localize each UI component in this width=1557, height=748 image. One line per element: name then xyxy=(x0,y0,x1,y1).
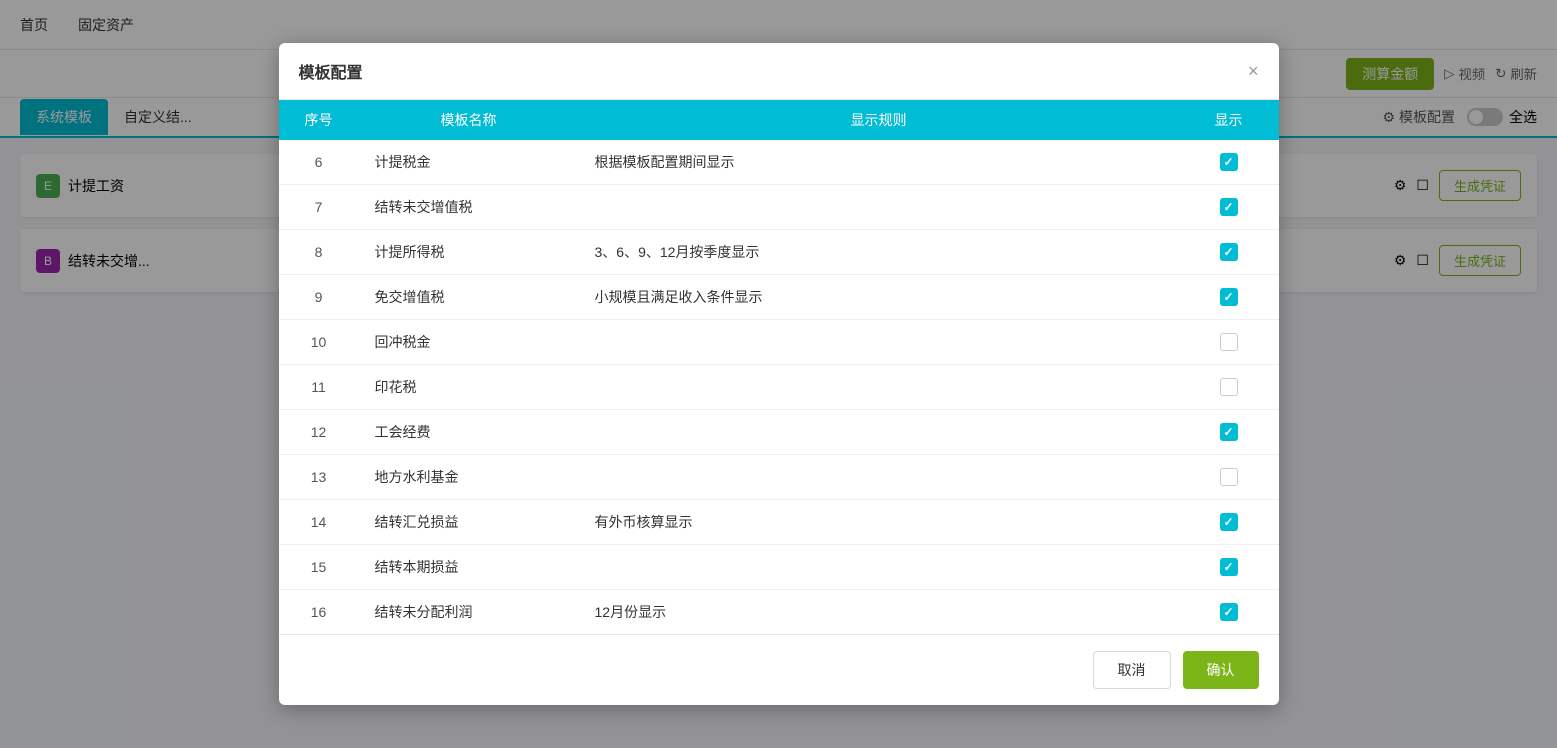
row-rule xyxy=(579,320,1179,365)
row-name: 结转本期损益 xyxy=(359,545,579,590)
row-id: 15 xyxy=(279,545,359,590)
row-rule: 12月份显示 xyxy=(579,590,1179,635)
row-id: 7 xyxy=(279,185,359,230)
row-checkbox-cell xyxy=(1179,545,1279,590)
table-row: 11印花税 xyxy=(279,365,1279,410)
table-row: 12工会经费 xyxy=(279,410,1279,455)
modal-body: 序号 模板名称 显示规则 显示 6计提税金根据模板配置期间显示7结转未交增值税8… xyxy=(279,100,1279,634)
row-rule: 小规模且满足收入条件显示 xyxy=(579,275,1179,320)
row-checkbox-cell xyxy=(1179,230,1279,275)
row-id: 8 xyxy=(279,230,359,275)
col-header-rule: 显示规则 xyxy=(579,100,1179,140)
row-checkbox-cell xyxy=(1179,500,1279,545)
row-name: 结转未分配利润 xyxy=(359,590,579,635)
table-row: 15结转本期损益 xyxy=(279,545,1279,590)
row-checkbox-cell xyxy=(1179,320,1279,365)
row-name: 免交增值税 xyxy=(359,275,579,320)
config-table: 序号 模板名称 显示规则 显示 6计提税金根据模板配置期间显示7结转未交增值税8… xyxy=(279,100,1279,634)
row-checkbox-cell xyxy=(1179,365,1279,410)
checkbox-checked[interactable] xyxy=(1220,198,1238,216)
row-rule xyxy=(579,365,1179,410)
row-id: 6 xyxy=(279,140,359,185)
checkbox-unchecked[interactable] xyxy=(1220,333,1238,351)
checkbox-checked[interactable] xyxy=(1220,153,1238,171)
row-name: 计提税金 xyxy=(359,140,579,185)
table-row: 10回冲税金 xyxy=(279,320,1279,365)
table-row: 9免交增值税小规模且满足收入条件显示 xyxy=(279,275,1279,320)
checkbox-checked[interactable] xyxy=(1220,288,1238,306)
modal-header: 模板配置 × xyxy=(279,43,1279,100)
row-rule: 3、6、9、12月按季度显示 xyxy=(579,230,1179,275)
col-header-name: 模板名称 xyxy=(359,100,579,140)
row-id: 9 xyxy=(279,275,359,320)
row-rule xyxy=(579,455,1179,500)
row-id: 12 xyxy=(279,410,359,455)
table-row: 8计提所得税3、6、9、12月按季度显示 xyxy=(279,230,1279,275)
checkbox-unchecked[interactable] xyxy=(1220,468,1238,486)
modal-overlay: 模板配置 × 序号 模板名称 显示规则 显示 6计提税金根据模板配置期间显示7结… xyxy=(0,0,1557,748)
table-row: 13地方水利基金 xyxy=(279,455,1279,500)
modal-template-config: 模板配置 × 序号 模板名称 显示规则 显示 6计提税金根据模板配置期间显示7结… xyxy=(279,43,1279,705)
cancel-button[interactable]: 取消 xyxy=(1093,651,1171,689)
table-row: 16结转未分配利润12月份显示 xyxy=(279,590,1279,635)
row-rule xyxy=(579,185,1179,230)
row-id: 14 xyxy=(279,500,359,545)
checkbox-checked[interactable] xyxy=(1220,423,1238,441)
modal-title: 模板配置 xyxy=(299,59,363,83)
checkbox-checked[interactable] xyxy=(1220,513,1238,531)
modal-footer: 取消 确认 xyxy=(279,634,1279,705)
row-name: 印花税 xyxy=(359,365,579,410)
row-name: 结转汇兑损益 xyxy=(359,500,579,545)
table-row: 14结转汇兑损益有外币核算显示 xyxy=(279,500,1279,545)
row-checkbox-cell xyxy=(1179,185,1279,230)
table-row: 7结转未交增值税 xyxy=(279,185,1279,230)
row-checkbox-cell xyxy=(1179,410,1279,455)
row-checkbox-cell xyxy=(1179,140,1279,185)
table-body: 6计提税金根据模板配置期间显示7结转未交增值税8计提所得税3、6、9、12月按季… xyxy=(279,140,1279,634)
checkbox-unchecked[interactable] xyxy=(1220,378,1238,396)
row-name: 结转未交增值税 xyxy=(359,185,579,230)
checkbox-checked[interactable] xyxy=(1220,558,1238,576)
row-id: 16 xyxy=(279,590,359,635)
confirm-button[interactable]: 确认 xyxy=(1183,651,1259,689)
checkbox-checked[interactable] xyxy=(1220,603,1238,621)
row-name: 地方水利基金 xyxy=(359,455,579,500)
row-id: 10 xyxy=(279,320,359,365)
row-rule: 有外币核算显示 xyxy=(579,500,1179,545)
row-name: 计提所得税 xyxy=(359,230,579,275)
table-header: 序号 模板名称 显示规则 显示 xyxy=(279,100,1279,140)
row-name: 工会经费 xyxy=(359,410,579,455)
row-rule: 根据模板配置期间显示 xyxy=(579,140,1179,185)
col-header-id: 序号 xyxy=(279,100,359,140)
modal-close-button[interactable]: × xyxy=(1248,61,1259,82)
row-id: 13 xyxy=(279,455,359,500)
row-id: 11 xyxy=(279,365,359,410)
row-checkbox-cell xyxy=(1179,275,1279,320)
row-rule xyxy=(579,545,1179,590)
table-row: 6计提税金根据模板配置期间显示 xyxy=(279,140,1279,185)
row-checkbox-cell xyxy=(1179,590,1279,635)
row-name: 回冲税金 xyxy=(359,320,579,365)
col-header-display: 显示 xyxy=(1179,100,1279,140)
row-checkbox-cell xyxy=(1179,455,1279,500)
checkbox-checked[interactable] xyxy=(1220,243,1238,261)
row-rule xyxy=(579,410,1179,455)
